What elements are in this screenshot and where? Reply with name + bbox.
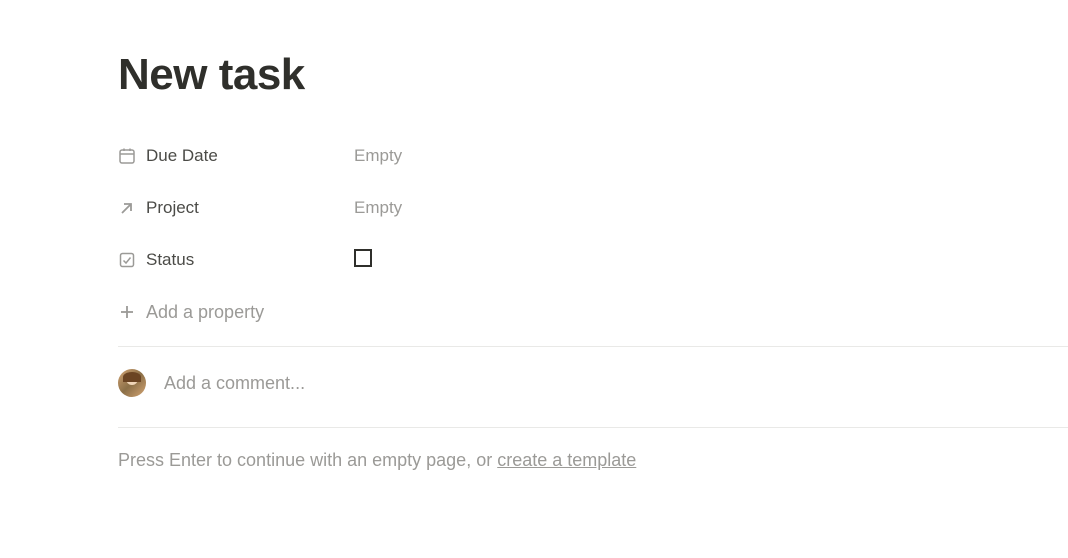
- add-property-button[interactable]: Add a property: [118, 286, 1068, 338]
- checkbox-icon: [118, 251, 136, 269]
- comment-row: Add a comment...: [118, 347, 1068, 419]
- page-title[interactable]: New task: [118, 50, 1068, 100]
- property-key-status[interactable]: Status: [118, 250, 354, 270]
- arrow-upright-icon: [118, 199, 136, 217]
- status-checkbox[interactable]: [354, 249, 372, 267]
- property-label: Project: [146, 198, 199, 218]
- property-key-due-date[interactable]: Due Date: [118, 146, 354, 166]
- property-value-due-date[interactable]: Empty: [354, 146, 402, 166]
- calendar-icon: [118, 147, 136, 165]
- property-list: Due Date Empty Project Empty: [118, 130, 1068, 338]
- property-label: Due Date: [146, 146, 218, 166]
- property-row-status: Status: [118, 234, 1068, 286]
- property-row-due-date: Due Date Empty: [118, 130, 1068, 182]
- add-property-label: Add a property: [146, 302, 264, 323]
- property-value-status[interactable]: [354, 249, 372, 272]
- plus-icon: [118, 303, 136, 321]
- property-value-project[interactable]: Empty: [354, 198, 402, 218]
- avatar: [118, 369, 146, 397]
- hint-text: Press Enter to continue with an empty pa…: [118, 450, 497, 470]
- property-key-project[interactable]: Project: [118, 198, 354, 218]
- create-template-link[interactable]: create a template: [497, 450, 636, 470]
- property-row-project: Project Empty: [118, 182, 1068, 234]
- comment-input[interactable]: Add a comment...: [164, 373, 305, 394]
- property-label: Status: [146, 250, 194, 270]
- empty-page-hint: Press Enter to continue with an empty pa…: [118, 428, 1068, 471]
